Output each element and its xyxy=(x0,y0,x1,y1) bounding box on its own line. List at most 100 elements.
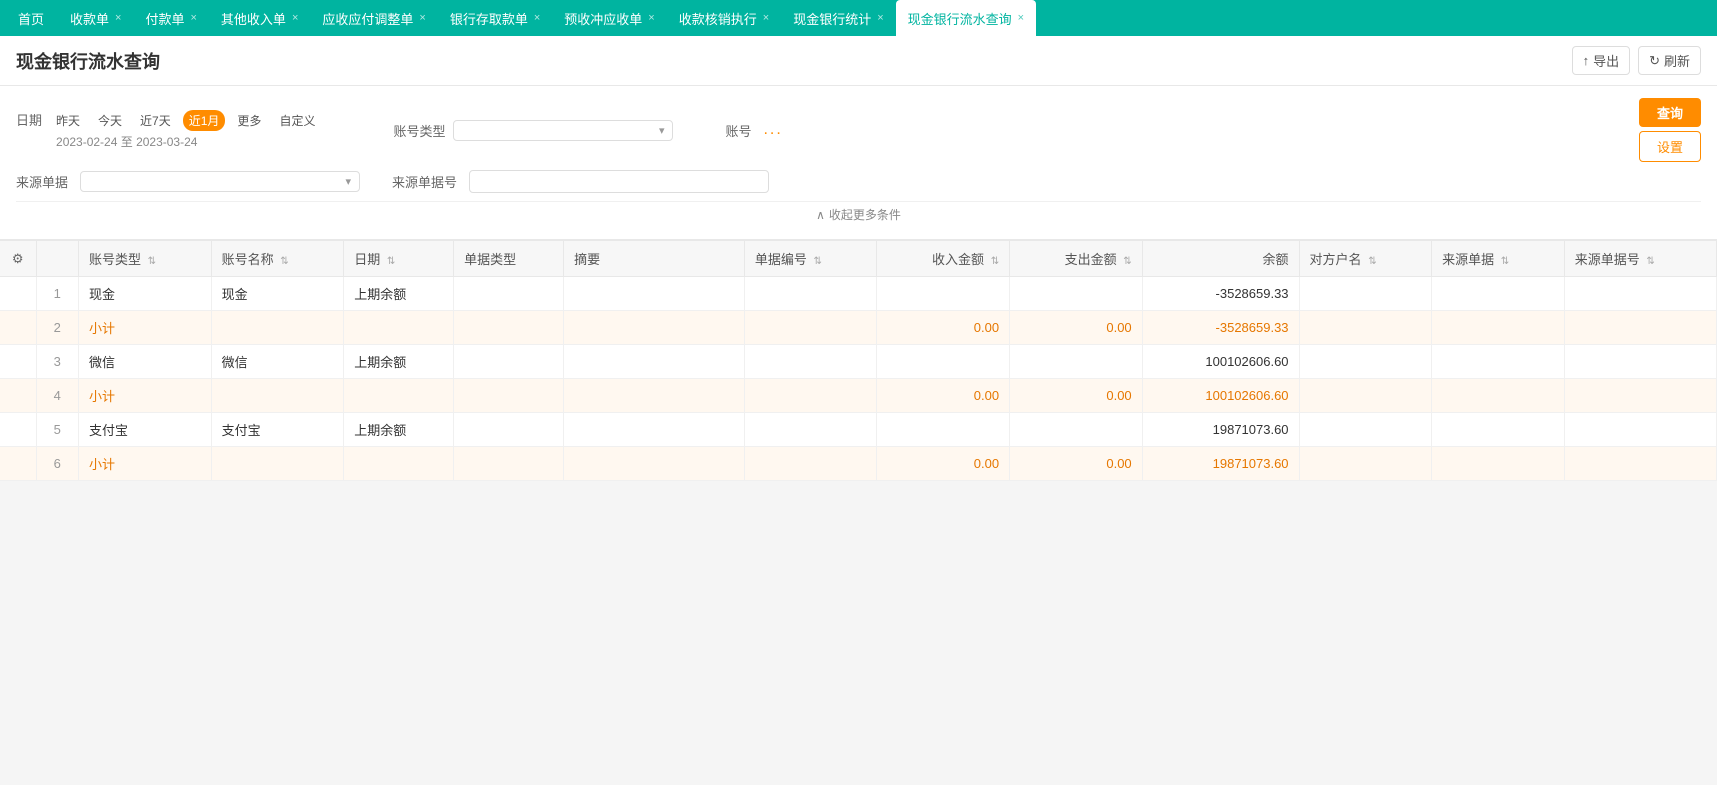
cell-income: 0.00 xyxy=(877,447,1010,481)
nav-close-2[interactable]: × xyxy=(292,12,298,24)
cell-source-doc xyxy=(1432,447,1565,481)
cell-expense: 0.00 xyxy=(1010,311,1143,345)
col-index xyxy=(36,241,79,277)
collapse-icon: ∧ xyxy=(816,208,825,222)
table-row[interactable]: 6小计0.000.0019871073.60 xyxy=(0,447,1717,481)
cell-doc-type xyxy=(454,413,564,447)
cell-income xyxy=(877,413,1010,447)
nav-close-5[interactable]: × xyxy=(648,12,654,24)
account-dots[interactable]: ... xyxy=(763,121,782,139)
nav-item-7[interactable]: 现金银行统计 × xyxy=(781,0,895,36)
table-row[interactable]: 1现金现金上期余额-3528659.33 xyxy=(0,277,1717,311)
date-label: 日期 xyxy=(16,110,42,129)
filter-row-2: 来源单据 ▾ 来源单据号 xyxy=(16,170,1701,193)
sort-doc-no-icon: ⇅ xyxy=(814,256,822,267)
nav-close-6[interactable]: × xyxy=(763,12,769,24)
nav-item-3[interactable]: 应收应付调整单 × xyxy=(310,0,437,36)
nav-close-3[interactable]: × xyxy=(419,12,425,24)
col-expense[interactable]: 支出金额 ⇅ xyxy=(1010,241,1143,277)
nav-close-0[interactable]: × xyxy=(115,12,121,24)
nav-item-4[interactable]: 银行存取款单 × xyxy=(438,0,552,36)
table-row[interactable]: 4小计0.000.00100102606.60 xyxy=(0,379,1717,413)
cell-source-doc xyxy=(1432,345,1565,379)
table-row[interactable]: 3微信微信上期余额100102606.60 xyxy=(0,345,1717,379)
date-opt-1month[interactable]: 近1月 xyxy=(183,110,226,131)
cell-index: 2 xyxy=(36,311,79,345)
col-balance: 余额 xyxy=(1142,241,1299,277)
date-opt-more[interactable]: 更多 xyxy=(231,110,267,131)
sort-source-doc-no-icon: ⇅ xyxy=(1646,256,1654,267)
cell-expense: 0.00 xyxy=(1010,379,1143,413)
nav-item-6[interactable]: 收款核销执行 × xyxy=(667,0,781,36)
cell-doc-no xyxy=(744,379,877,413)
refresh-button[interactable]: ↻ 刷新 xyxy=(1638,46,1701,75)
page-title: 现金银行流水查询 xyxy=(16,48,160,74)
cell-date: 上期余额 xyxy=(344,277,454,311)
col-source-doc[interactable]: 来源单据 ⇅ xyxy=(1432,241,1565,277)
col-income[interactable]: 收入金额 ⇅ xyxy=(877,241,1010,277)
cell-source-doc xyxy=(1432,379,1565,413)
table-settings-icon[interactable]: ⚙ xyxy=(12,251,24,266)
cell-income xyxy=(877,345,1010,379)
cell-expense: 0.00 xyxy=(1010,447,1143,481)
col-summary: 摘要 xyxy=(564,241,745,277)
query-button[interactable]: 查询 xyxy=(1639,98,1701,127)
table-row[interactable]: 2小计0.000.00-3528659.33 xyxy=(0,311,1717,345)
nav-item-5[interactable]: 预收冲应收单 × xyxy=(552,0,666,36)
source-doc-no-input[interactable] xyxy=(469,170,769,193)
cell-account-name: 微信 xyxy=(211,345,344,379)
col-date[interactable]: 日期 ⇅ xyxy=(344,241,454,277)
cell-expense xyxy=(1010,277,1143,311)
cell-doc-type xyxy=(454,447,564,481)
date-opt-today[interactable]: 今天 xyxy=(92,110,128,131)
nav-close-7[interactable]: × xyxy=(877,12,883,24)
cell-account-type: 小计 xyxy=(79,379,212,413)
nav-item-8[interactable]: 现金银行流水查询 × xyxy=(896,0,1036,36)
col-account-name[interactable]: 账号名称 ⇅ xyxy=(211,241,344,277)
cell-date: 上期余额 xyxy=(344,345,454,379)
sort-source-doc-icon: ⇅ xyxy=(1501,256,1509,267)
cell-income xyxy=(877,277,1010,311)
cell-account-name xyxy=(211,379,344,413)
cell-balance: 19871073.60 xyxy=(1142,447,1299,481)
nav-item-0[interactable]: 收款单 × xyxy=(58,0,133,36)
cell-account-type: 微信 xyxy=(79,345,212,379)
nav-item-2[interactable]: 其他收入单 × xyxy=(209,0,310,36)
nav-close-4[interactable]: × xyxy=(534,12,540,24)
settings-button[interactable]: 设置 xyxy=(1639,131,1701,162)
nav-close-1[interactable]: × xyxy=(190,12,196,24)
account-type-select[interactable]: ▾ xyxy=(453,120,673,141)
cell-counterparty xyxy=(1299,447,1432,481)
header-actions: ↑ 导出 ↻ 刷新 xyxy=(1572,46,1701,75)
page-header: 现金银行流水查询 ↑ 导出 ↻ 刷新 xyxy=(0,36,1717,86)
nav-item-1[interactable]: 付款单 × xyxy=(133,0,208,36)
table-header-row: ⚙ 账号类型 ⇅ 账号名称 ⇅ 日期 ⇅ 单据类型 xyxy=(0,241,1717,277)
date-opt-custom[interactable]: 自定义 xyxy=(273,110,321,131)
date-opt-7days[interactable]: 近7天 xyxy=(134,110,177,131)
col-settings: ⚙ xyxy=(0,241,36,277)
cell-balance: 19871073.60 xyxy=(1142,413,1299,447)
cell-balance: -3528659.33 xyxy=(1142,311,1299,345)
col-doc-no[interactable]: 单据编号 ⇅ xyxy=(744,241,877,277)
date-options: 昨天 今天 近7天 近1月 更多 自定义 xyxy=(50,110,321,131)
col-source-doc-no[interactable]: 来源单据号 ⇅ xyxy=(1564,241,1716,277)
cell-counterparty xyxy=(1299,379,1432,413)
nav-close-8[interactable]: × xyxy=(1018,12,1024,24)
date-opt-yesterday[interactable]: 昨天 xyxy=(50,110,86,131)
col-counterparty[interactable]: 对方户名 ⇅ xyxy=(1299,241,1432,277)
action-buttons: 查询 设置 xyxy=(1639,98,1701,162)
source-doc-arrow-icon: ▾ xyxy=(345,175,351,188)
cell-doc-no xyxy=(744,311,877,345)
cell-date: 上期余额 xyxy=(344,413,454,447)
cell-account-type: 支付宝 xyxy=(79,413,212,447)
source-doc-select[interactable]: ▾ xyxy=(80,171,360,192)
export-button[interactable]: ↑ 导出 xyxy=(1572,46,1631,75)
cell-source-doc-no xyxy=(1564,413,1716,447)
sort-expense-icon: ⇅ xyxy=(1123,256,1131,267)
cell-account-type: 小计 xyxy=(79,447,212,481)
nav-home[interactable]: 首页 xyxy=(4,9,58,28)
col-account-type[interactable]: 账号类型 ⇅ xyxy=(79,241,212,277)
table-row[interactable]: 5支付宝支付宝上期余额19871073.60 xyxy=(0,413,1717,447)
cell-summary xyxy=(564,379,745,413)
collapse-bar[interactable]: ∧ 收起更多条件 xyxy=(16,201,1701,227)
